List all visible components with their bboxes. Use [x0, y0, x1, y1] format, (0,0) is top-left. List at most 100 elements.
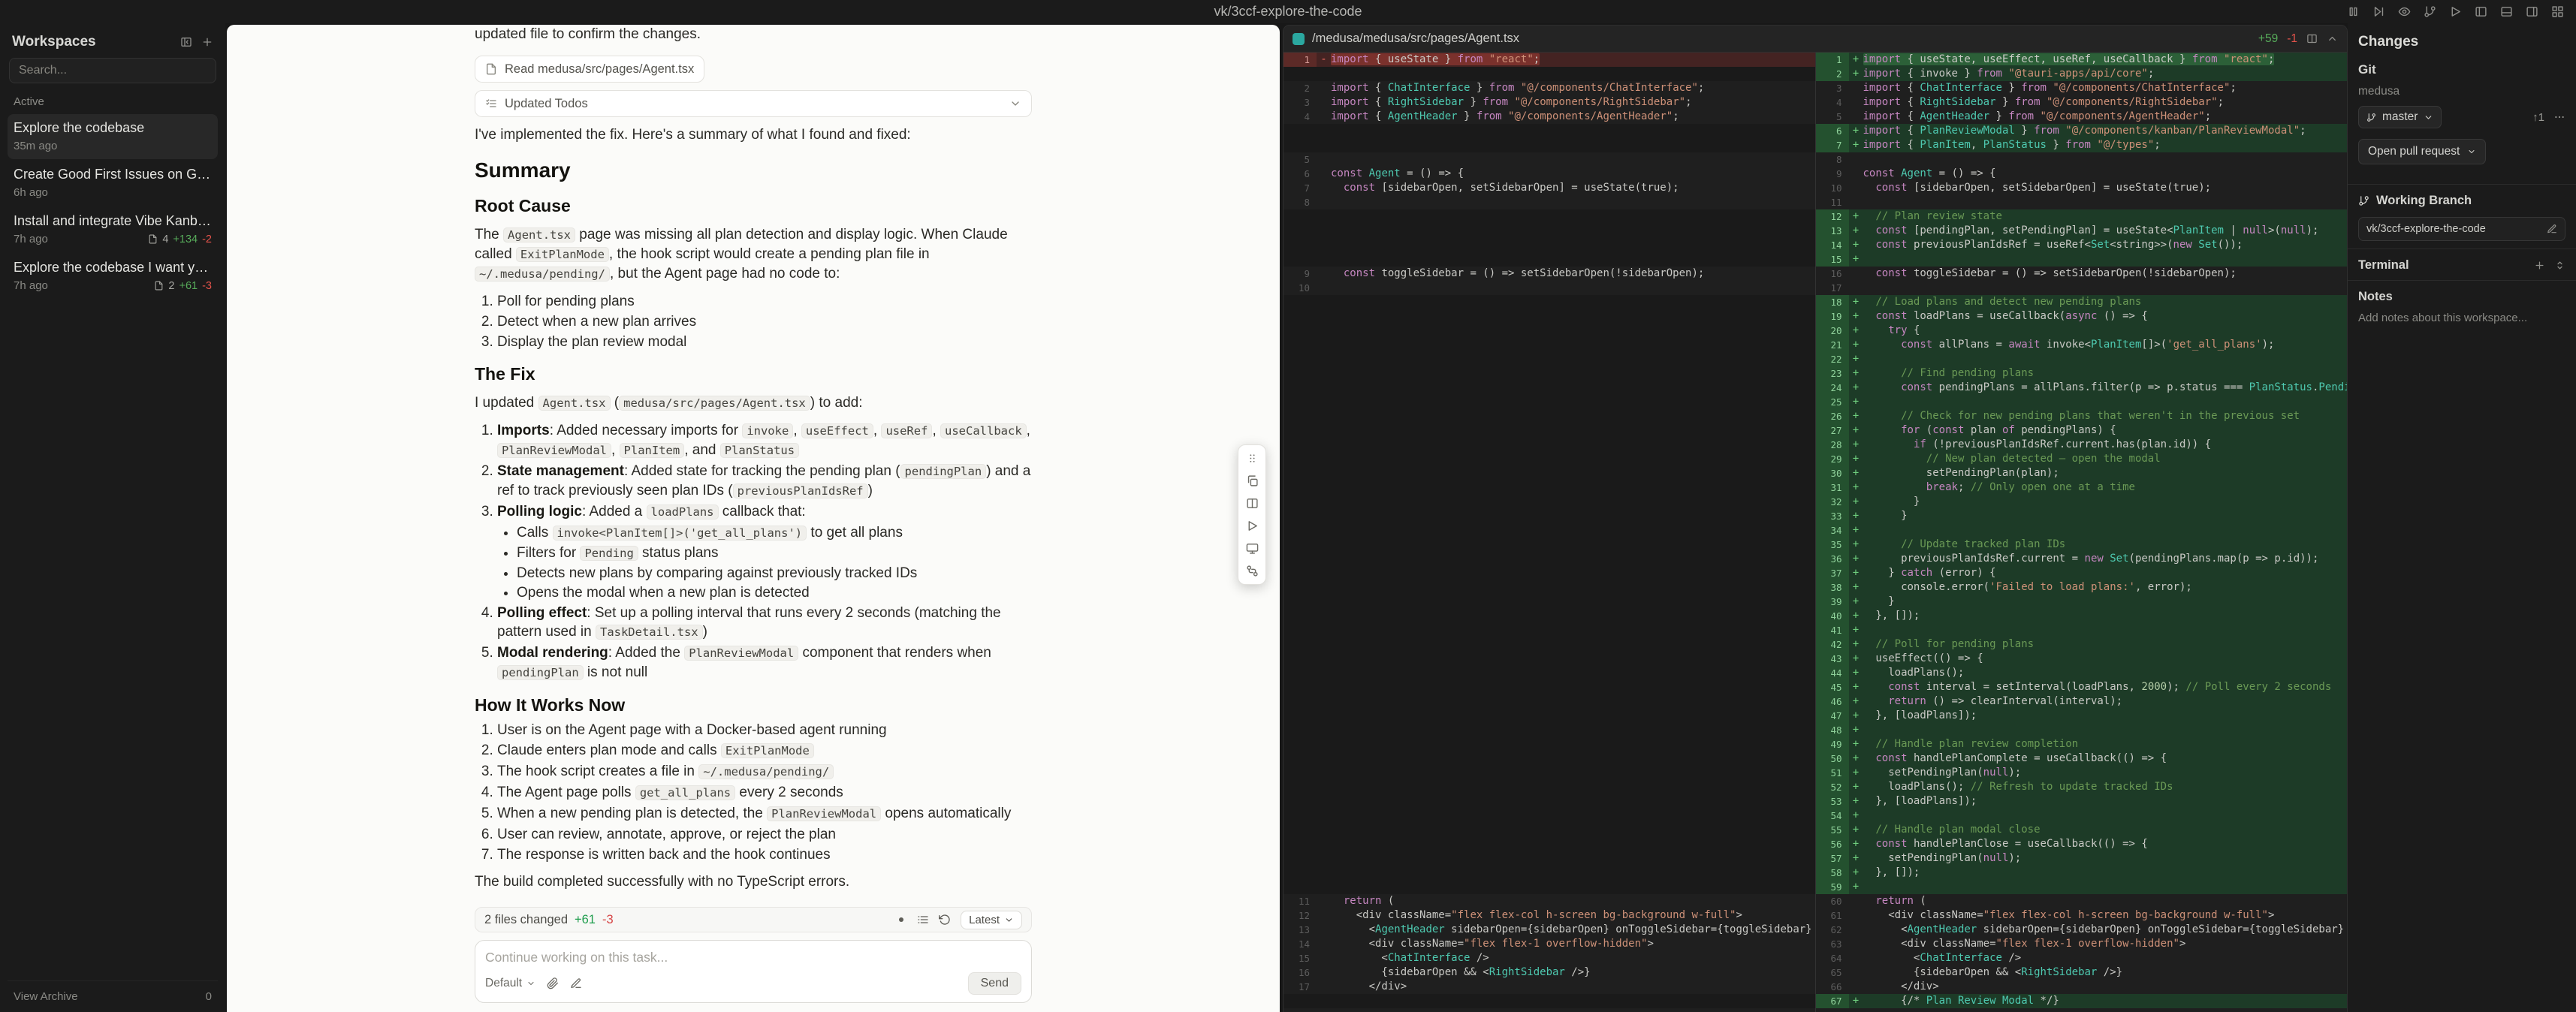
workspace-item[interactable]: Explore the codebase I want you to ex...… — [8, 254, 218, 299]
diff-line: 52+ loadPlans(); // Refresh to update tr… — [1816, 780, 2348, 794]
grip-icon[interactable] — [1246, 452, 1259, 465]
pause-icon[interactable] — [2347, 5, 2360, 18]
search-input[interactable]: Search... — [9, 58, 216, 83]
history-icon[interactable] — [939, 914, 951, 926]
list-icon[interactable] — [917, 914, 929, 926]
branch-selector[interactable]: master — [2358, 106, 2442, 128]
edit-icon[interactable] — [2547, 224, 2557, 234]
diff-line: 66 </div> — [1816, 980, 2348, 994]
diff-line — [1283, 637, 1815, 652]
play-icon[interactable] — [1246, 520, 1259, 532]
monitor-icon[interactable] — [1246, 542, 1259, 555]
dot-icon[interactable] — [895, 914, 907, 926]
working-branch-input[interactable]: vk/3ccf-explore-the-code — [2358, 217, 2565, 241]
list-subitem: Detects new plans by comparing against p… — [517, 564, 1032, 583]
columns-icon[interactable] — [2306, 33, 2318, 44]
workspace-item[interactable]: Install and integrate Vibe Kanban Web...… — [8, 207, 218, 252]
eye-icon[interactable] — [2398, 5, 2411, 18]
diff-line: 62 <AgentHeader sidebarOpen={sidebarOpen… — [1816, 923, 2348, 937]
numbered-list: Poll for pending plansDetect when a new … — [475, 292, 1032, 351]
diff-line — [1283, 409, 1815, 423]
open-pull-request-button[interactable]: Open pull request — [2358, 139, 2486, 164]
panel-collapse-icon[interactable] — [180, 36, 192, 48]
floating-toolbar — [1238, 444, 1266, 585]
grid-icon[interactable] — [2551, 5, 2564, 18]
diff-line: 43+ useEffect(() => { — [1816, 652, 2348, 666]
list-item: User can review, annotate, approve, or r… — [497, 825, 1032, 844]
diff-line — [1283, 438, 1815, 452]
workspace-title: Create Good First Issues on Github So... — [14, 167, 212, 182]
diff-line — [1283, 694, 1815, 709]
list-item: User is on the Agent page with a Docker-… — [497, 721, 1032, 739]
columns-icon[interactable] — [1246, 497, 1259, 510]
diff-line — [1283, 67, 1815, 81]
list-item: When a new pending plan is detected, the… — [497, 804, 1032, 824]
send-button[interactable]: Send — [968, 972, 1021, 995]
workspace-time: 7h ago — [14, 279, 48, 292]
panel-left-icon[interactable] — [2475, 5, 2487, 18]
notes-placeholder[interactable]: Add notes about this workspace... — [2358, 312, 2565, 324]
changes-summary-bar[interactable]: 2 files changed +61 -3 Latest — [475, 907, 1032, 932]
window-title: vk/3ccf-explore-the-code — [1214, 4, 1362, 20]
more-icon[interactable] — [2553, 111, 2565, 123]
git-compare-icon[interactable] — [1246, 565, 1259, 577]
copy-icon[interactable] — [1246, 474, 1259, 487]
diff-line — [1283, 595, 1815, 609]
diff-line: 19+ const loadPlans = useCallback(async … — [1816, 309, 2348, 324]
working-branch-label: Working Branch — [2376, 194, 2472, 208]
diff-line: 44+ loadPlans(); — [1816, 666, 2348, 680]
diff-line: 18+ // Load plans and detect new pending… — [1816, 295, 2348, 309]
message-input[interactable]: Continue working on this task... Default… — [475, 940, 1032, 1003]
git-branch-icon — [2358, 195, 2369, 206]
list-item: Display the plan review modal — [497, 333, 1032, 351]
diff-line — [1283, 423, 1815, 438]
panel-right-icon[interactable] — [2526, 5, 2538, 18]
diff-line: 59+ — [1816, 880, 2348, 894]
diff-split-view[interactable]: 1-import { useState } from "react";2impo… — [1283, 53, 2347, 1012]
chevron-down-icon — [1009, 98, 1021, 110]
diff-line — [1283, 124, 1815, 138]
tool-call-card[interactable]: Read medusa/src/pages/Agent.tsx — [475, 56, 704, 83]
section-heading: Summary — [475, 158, 1032, 183]
tool-call-label: Read medusa/src/pages/Agent.tsx — [505, 60, 694, 79]
list-item: The Agent page polls get_all_plans every… — [497, 783, 1032, 803]
workspace-item[interactable]: Explore the codebase35m ago — [8, 114, 218, 159]
diff-line — [1283, 209, 1815, 224]
workspace-title: Explore the codebase I want you to ex... — [14, 260, 212, 276]
plus-icon[interactable] — [201, 36, 213, 48]
play-icon[interactable] — [2449, 5, 2462, 18]
workspace-item[interactable]: Create Good First Issues on Github So...… — [8, 161, 218, 206]
diff-line: 55+ // Handle plan modal close — [1816, 823, 2348, 837]
git-branch-icon[interactable] — [2424, 5, 2436, 18]
tool-call-card[interactable]: Updated Todos — [475, 90, 1032, 117]
diff-line: 47+ }, [loadPlans]); — [1816, 709, 2348, 723]
file-icon — [154, 281, 164, 291]
diff-line: 28+ if (!previousPlanIdsRef.current.has(… — [1816, 438, 2348, 452]
diff-line: 7 const [sidebarOpen, setSidebarOpen] = … — [1283, 181, 1815, 195]
chat-scroll-area[interactable]: npm run build 2>&1 | tail -80The build c… — [227, 25, 1280, 902]
skip-forward-icon[interactable] — [2372, 5, 2385, 18]
panel-bottom-icon[interactable] — [2500, 5, 2513, 18]
divider — [2348, 184, 2576, 185]
diff-line: 15+ — [1816, 252, 2348, 267]
chevrons-up-down-icon[interactable] — [2554, 260, 2565, 271]
latest-dropdown[interactable]: Latest — [961, 911, 1022, 929]
diff-line: 15 <ChatInterface /> — [1283, 951, 1815, 965]
diff-line: 4import { AgentHeader } from "@/componen… — [1283, 110, 1815, 124]
diff-line: 32+ } — [1816, 495, 2348, 509]
edit-icon[interactable] — [570, 977, 582, 989]
diff-line: 5 — [1283, 152, 1815, 167]
model-dropdown[interactable]: Default — [485, 977, 535, 990]
view-archive-button[interactable]: View Archive — [14, 990, 78, 1003]
chevron-up-icon[interactable] — [2327, 33, 2338, 44]
diff-header: /medusa/medusa/src/pages/Agent.tsx +59 -… — [1283, 26, 2347, 53]
list-subitem: Calls invoke<PlanItem[]>('get_all_plans'… — [517, 523, 1032, 543]
diff-added-count: +59 — [2258, 32, 2278, 46]
list-item: Detect when a new plan arrives — [497, 312, 1032, 331]
plus-icon[interactable] — [2534, 260, 2545, 271]
diff-line: 48+ — [1816, 723, 2348, 737]
attach-file-icon[interactable] — [547, 977, 559, 989]
diff-line: 9const Agent = () => { — [1816, 167, 2348, 181]
list-subitem: Filters for Pending status plans — [517, 544, 1032, 563]
diff-line: 42+ // Poll for pending plans — [1816, 637, 2348, 652]
